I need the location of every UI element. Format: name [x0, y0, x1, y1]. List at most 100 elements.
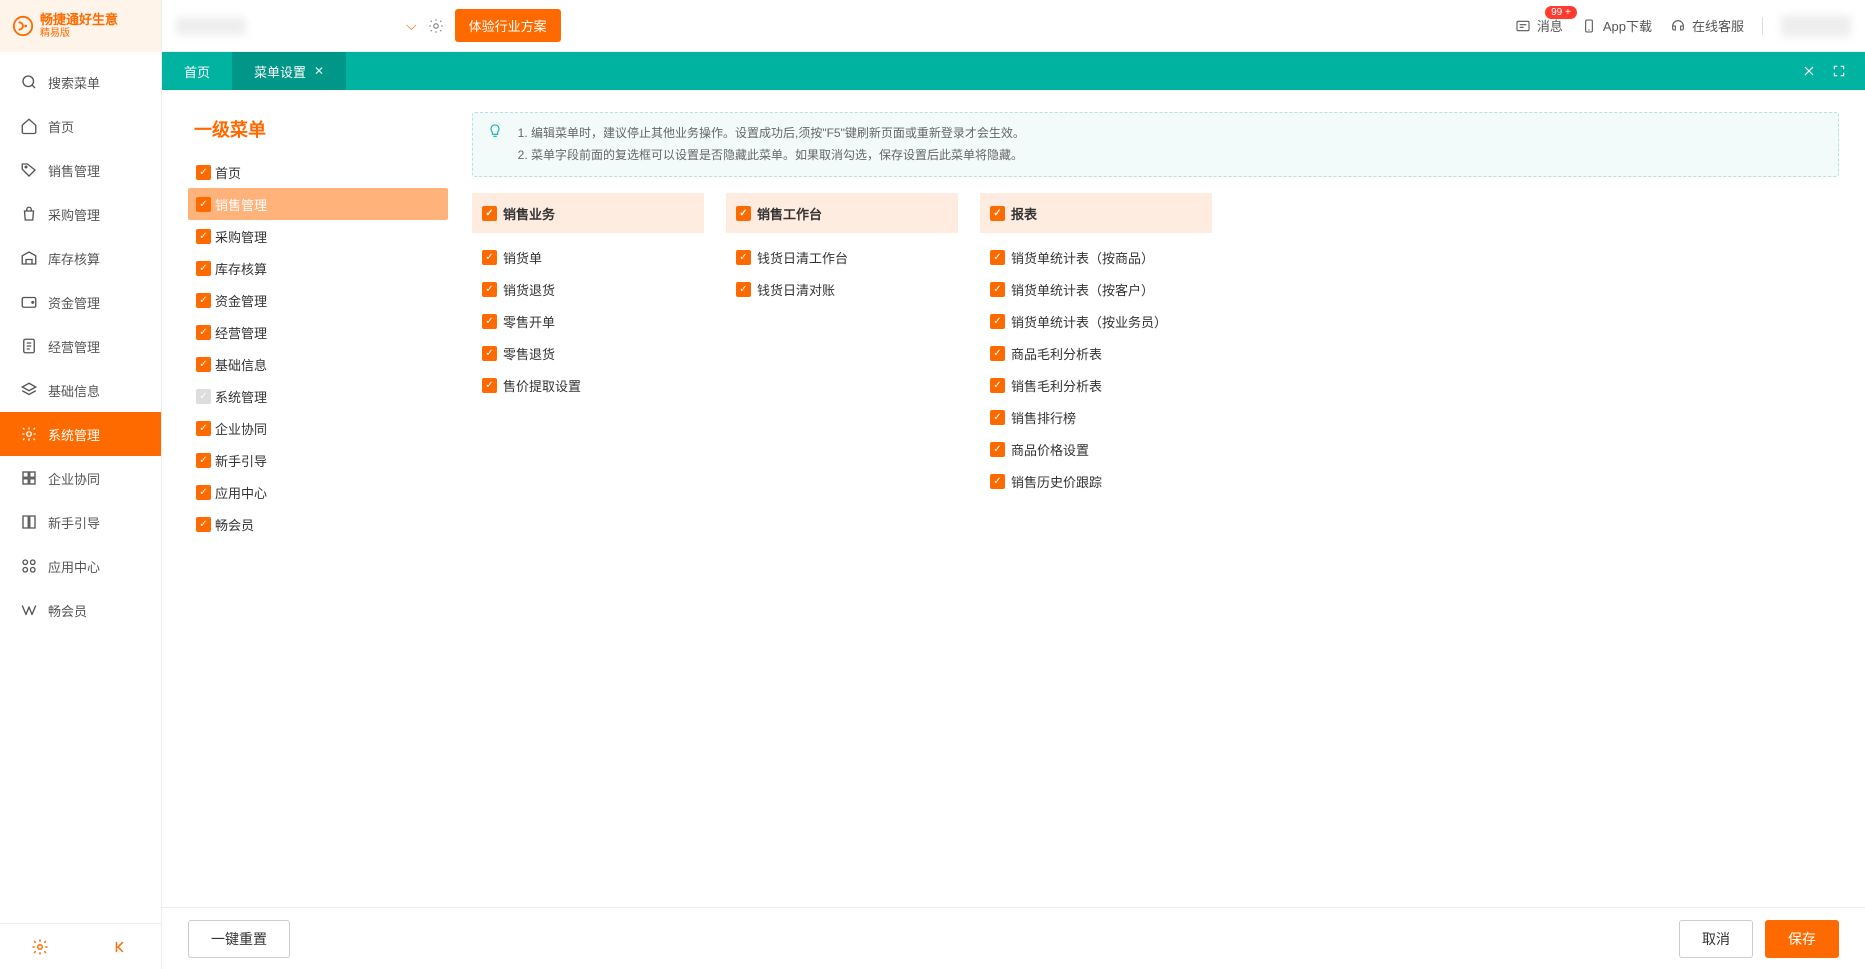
- group-item[interactable]: ✓销货单统计表（按客户）: [990, 273, 1202, 305]
- nav-item-bag[interactable]: 采购管理: [0, 192, 161, 236]
- settings-icon[interactable]: [30, 937, 50, 957]
- nav-item-apps[interactable]: 应用中心: [0, 544, 161, 588]
- nav-item-grid[interactable]: 企业协同: [0, 456, 161, 500]
- nav-item-search[interactable]: 搜索菜单: [0, 60, 161, 104]
- app-download-link[interactable]: App下载: [1581, 16, 1652, 35]
- checkbox[interactable]: ✓: [196, 165, 211, 180]
- checkbox[interactable]: ✓: [990, 378, 1005, 393]
- divider: [1762, 17, 1763, 35]
- nav-item-vip[interactable]: 畅会员: [0, 588, 161, 632]
- nav-item-wallet[interactable]: 资金管理: [0, 280, 161, 324]
- user-avatar[interactable]: [1781, 15, 1851, 37]
- cancel-button[interactable]: 取消: [1679, 920, 1753, 958]
- group-item[interactable]: ✓销售历史价跟踪: [990, 465, 1202, 497]
- online-service-link[interactable]: 在线客服: [1670, 16, 1744, 35]
- tabstrip: 首页 菜单设置 ✕: [162, 52, 1865, 90]
- book-icon: [20, 513, 38, 531]
- group-item[interactable]: ✓商品价格设置: [990, 433, 1202, 465]
- checkbox[interactable]: ✓: [196, 197, 211, 212]
- checkbox[interactable]: ✓: [196, 293, 211, 308]
- checkbox[interactable]: ✓: [196, 357, 211, 372]
- checkbox[interactable]: ✓: [736, 206, 751, 221]
- level1-item[interactable]: ✓库存核算: [188, 252, 448, 284]
- checkbox[interactable]: ✓: [736, 282, 751, 297]
- nav-item-warehouse[interactable]: 库存核算: [0, 236, 161, 280]
- checkbox[interactable]: ✓: [990, 282, 1005, 297]
- checkbox[interactable]: ✓: [736, 250, 751, 265]
- group-item[interactable]: ✓商品毛利分析表: [990, 337, 1202, 369]
- checkbox[interactable]: ✓: [990, 206, 1005, 221]
- nav-item-label: 经营管理: [48, 337, 100, 356]
- group-item[interactable]: ✓销货单统计表（按业务员）: [990, 305, 1202, 337]
- reset-button[interactable]: 一键重置: [188, 920, 290, 958]
- checkbox[interactable]: ✓: [482, 250, 497, 265]
- level1-item[interactable]: ✓销售管理: [188, 188, 448, 220]
- level1-item[interactable]: ✓经营管理: [188, 316, 448, 348]
- nav-item-home[interactable]: 首页: [0, 104, 161, 148]
- group-item-label: 销货退货: [503, 280, 555, 299]
- checkbox[interactable]: ✓: [990, 250, 1005, 265]
- group-item[interactable]: ✓销售排行榜: [990, 401, 1202, 433]
- level1-item[interactable]: ✓畅会员: [188, 508, 448, 540]
- nav-item-doc[interactable]: 经营管理: [0, 324, 161, 368]
- checkbox[interactable]: ✓: [482, 282, 497, 297]
- level1-item[interactable]: ✓企业协同: [188, 412, 448, 444]
- checkbox[interactable]: ✓: [990, 346, 1005, 361]
- checkbox[interactable]: ✓: [196, 229, 211, 244]
- tab-menu-settings-label: 菜单设置: [254, 62, 306, 81]
- checkbox[interactable]: ✓: [990, 474, 1005, 489]
- level1-item[interactable]: ✓应用中心: [188, 476, 448, 508]
- level1-item[interactable]: ✓基础信息: [188, 348, 448, 380]
- fullscreen-icon[interactable]: [1831, 63, 1847, 79]
- close-all-icon[interactable]: [1801, 63, 1817, 79]
- group-header[interactable]: ✓报表: [980, 193, 1212, 233]
- layers-icon: [20, 381, 38, 399]
- level1-item[interactable]: ✓新手引导: [188, 444, 448, 476]
- checkbox[interactable]: ✓: [482, 378, 497, 393]
- group-item[interactable]: ✓售价提取设置: [482, 369, 694, 401]
- checkbox[interactable]: ✓: [196, 325, 211, 340]
- tab-menu-settings[interactable]: 菜单设置 ✕: [232, 52, 346, 90]
- level1-item[interactable]: ✓采购管理: [188, 220, 448, 252]
- collapse-icon[interactable]: [111, 937, 131, 957]
- nav-item-book[interactable]: 新手引导: [0, 500, 161, 544]
- nav-item-tag[interactable]: 销售管理: [0, 148, 161, 192]
- checkbox[interactable]: ✓: [482, 346, 497, 361]
- chevron-down-icon[interactable]: ⌵: [406, 17, 417, 34]
- checkbox[interactable]: ✓: [482, 206, 497, 221]
- gear-icon[interactable]: [427, 17, 445, 35]
- checkbox[interactable]: ✓: [196, 261, 211, 276]
- group-header[interactable]: ✓销售工作台: [726, 193, 958, 233]
- group-header[interactable]: ✓销售业务: [472, 193, 704, 233]
- nav-item-layers[interactable]: 基础信息: [0, 368, 161, 412]
- level1-item-label: 首页: [215, 163, 241, 182]
- group-item[interactable]: ✓零售退货: [482, 337, 694, 369]
- nav-item-gear[interactable]: 系统管理: [0, 412, 161, 456]
- group-item[interactable]: ✓销售毛利分析表: [990, 369, 1202, 401]
- group-item[interactable]: ✓ 零售开单: [482, 305, 694, 337]
- group-item[interactable]: ✓钱货日清对账: [736, 273, 948, 305]
- checkbox[interactable]: ✓: [196, 421, 211, 436]
- experience-button[interactable]: 体验行业方案: [455, 9, 561, 42]
- level1-item[interactable]: ✓资金管理: [188, 284, 448, 316]
- checkbox[interactable]: ✓: [196, 389, 211, 404]
- checkbox[interactable]: ✓: [196, 453, 211, 468]
- checkbox[interactable]: ✓: [990, 410, 1005, 425]
- checkbox[interactable]: ✓: [990, 314, 1005, 329]
- group-item[interactable]: ✓ 销货退货: [482, 273, 694, 305]
- group-item[interactable]: ✓销货单统计表（按商品）: [990, 241, 1202, 273]
- org-selector[interactable]: [176, 17, 396, 35]
- group-item-label: 零售开单: [503, 312, 555, 331]
- group-item[interactable]: ✓钱货日清工作台: [736, 241, 948, 273]
- messages-link[interactable]: 消息 99 +: [1515, 16, 1563, 35]
- checkbox[interactable]: ✓: [196, 485, 211, 500]
- save-button[interactable]: 保存: [1765, 920, 1839, 958]
- checkbox[interactable]: ✓: [196, 517, 211, 532]
- checkbox[interactable]: ✓: [482, 314, 497, 329]
- level1-item[interactable]: ✓系统管理: [188, 380, 448, 412]
- tab-home[interactable]: 首页: [162, 52, 232, 90]
- level1-item[interactable]: ✓ 首页: [188, 156, 448, 188]
- group-item[interactable]: ✓销货单: [482, 241, 694, 273]
- close-icon[interactable]: ✕: [314, 64, 324, 78]
- checkbox[interactable]: ✓: [990, 442, 1005, 457]
